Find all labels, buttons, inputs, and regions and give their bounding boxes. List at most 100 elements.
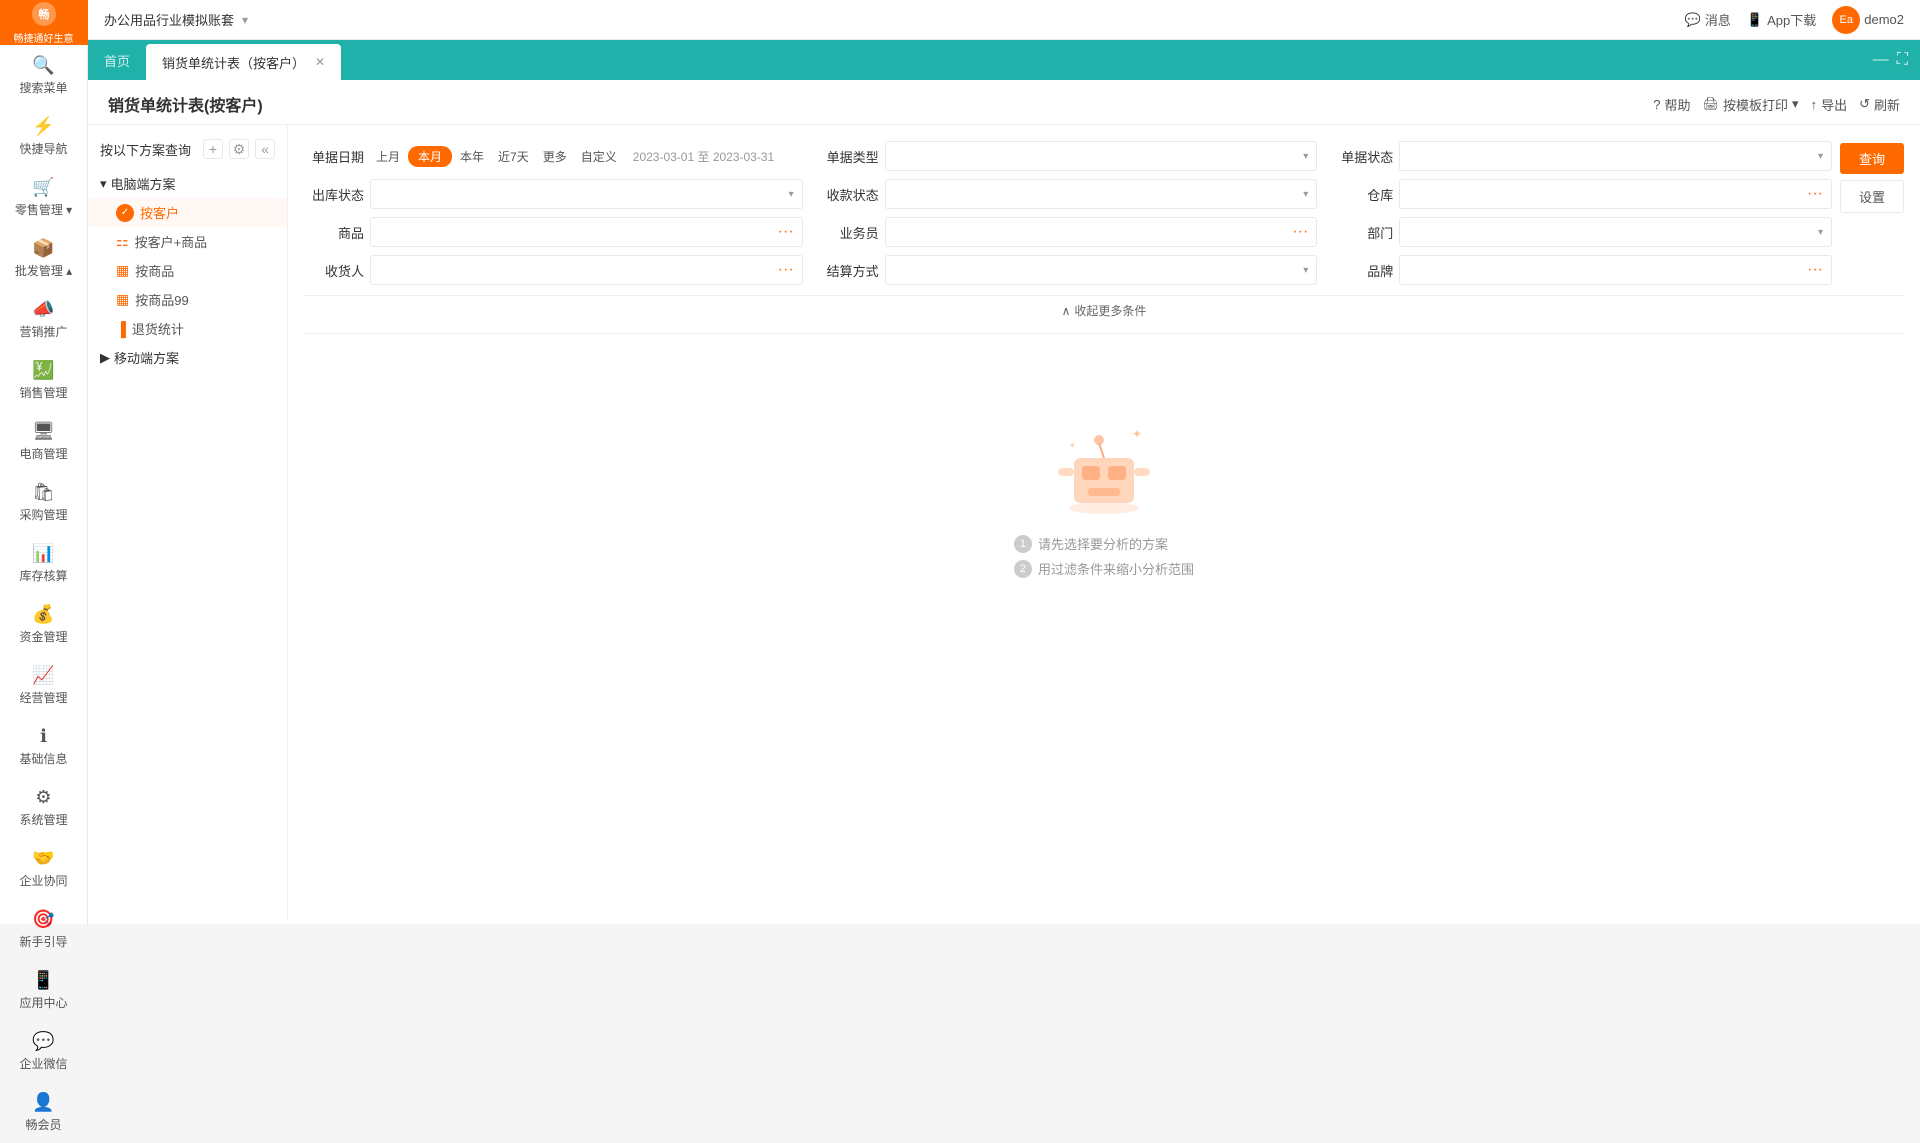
help-label: 帮助: [1664, 95, 1690, 114]
app-download-icon: 📱: [1747, 12, 1763, 28]
doc-status-control[interactable]: ▾: [1399, 141, 1832, 171]
collapse-panel-btn[interactable]: «: [255, 139, 275, 159]
date-quick-btns: 上月 本月 本年 近7天 更多 自定义: [370, 146, 623, 167]
topbar-dropdown-icon[interactable]: ▾: [242, 13, 248, 27]
sidebar-item-basic[interactable]: ℹ 基础信息: [0, 716, 87, 777]
settings-btn[interactable]: 设置: [1840, 180, 1904, 213]
tab-home[interactable]: 首页: [88, 40, 146, 80]
sidebar-item-system[interactable]: ⚙ 系统管理: [0, 777, 87, 838]
by-customer-label: 按客户: [140, 203, 179, 222]
sidebar-item-app-center[interactable]: 📱 应用中心: [0, 960, 87, 1021]
warehouse-dots[interactable]: ···: [1807, 185, 1823, 203]
search-icon: 🔍: [32, 55, 54, 76]
tree-by-customer[interactable]: ✓ 按客户: [88, 198, 287, 227]
this-year-btn[interactable]: 本年: [454, 146, 490, 167]
tip-num-2: 2: [1014, 560, 1032, 578]
sidebar-item-wholesale[interactable]: 📦 批发管理 ▴: [0, 228, 87, 289]
last-month-btn[interactable]: 上月: [370, 146, 406, 167]
sidebar-item-inventory[interactable]: 📊 库存核算: [0, 533, 87, 594]
template-print-btn[interactable]: 🖨 按模板打印 ▾: [1703, 95, 1799, 114]
help-btn[interactable]: ? 帮助: [1653, 95, 1690, 114]
more-btn[interactable]: 更多: [537, 146, 573, 167]
tree-by-goods[interactable]: ▦ 按商品: [88, 256, 287, 285]
tree-by-goods-99[interactable]: ▦ 按商品99: [88, 285, 287, 314]
out-status-label: 出库状态: [304, 185, 364, 204]
doc-type-control[interactable]: ▾: [885, 141, 1318, 171]
empty-tip-2: 2 用过滤条件来缩小分析范围: [1014, 559, 1194, 578]
tree-by-customer-goods[interactable]: ⚏ 按客户+商品: [88, 227, 287, 256]
tree-mobile-label: 移动端方案: [114, 348, 179, 367]
department-control[interactable]: ▾: [1399, 217, 1832, 247]
app-download-label: App下载: [1767, 10, 1816, 29]
active-indicator: ✓: [116, 204, 134, 222]
sidebar-item-enterprise[interactable]: 🤝 企业协同: [0, 838, 87, 899]
filter-brand: 品牌 ···: [1333, 255, 1832, 285]
filter-date: 单据日期 上月 本月 本年 近7天 更多 自定义: [304, 146, 803, 167]
payment-status-control[interactable]: ▾: [885, 179, 1318, 209]
sidebar-item-retail[interactable]: 🛒 零售管理 ▾: [0, 167, 87, 228]
tree-desktop[interactable]: ▾ 电脑端方案: [88, 169, 287, 198]
export-btn[interactable]: ↑ 导出: [1811, 95, 1848, 114]
tab-close-btn[interactable]: ✕: [315, 55, 325, 69]
sidebar-item-finance[interactable]: 💰 资金管理: [0, 594, 87, 655]
receiver-control[interactable]: ···: [370, 255, 803, 285]
sidebar-item-newbie[interactable]: 🎯 新手引导: [0, 899, 87, 960]
doc-type-arrow: ▾: [1303, 151, 1308, 162]
sales-stats-tab-label: 销货单统计表（按客户）: [162, 53, 305, 72]
app-download-btn[interactable]: 📱 App下载: [1747, 10, 1816, 29]
filter-receiver: 收货人 ···: [304, 255, 803, 285]
customer-goods-icon: ⚏: [116, 233, 129, 250]
goods-dots[interactable]: ···: [778, 223, 794, 241]
settlement-label: 结算方式: [819, 261, 879, 280]
collapse-bar[interactable]: ∧ 收起更多条件: [304, 295, 1904, 325]
tree-mobile[interactable]: ▶ 移动端方案: [88, 343, 287, 372]
home-tab-label: 首页: [104, 51, 130, 70]
tab-sales-stats[interactable]: 销货单统计表（按客户） ✕: [146, 44, 341, 80]
member-icon: 👤: [32, 1092, 54, 1113]
empty-tip-1: 1 请先选择要分析的方案: [1014, 534, 1194, 553]
message-btn[interactable]: 💬 消息: [1685, 10, 1731, 29]
by-goods-icon: ▦: [116, 262, 129, 279]
payment-status-label: 收款状态: [819, 185, 879, 204]
refresh-btn[interactable]: ↺ 刷新: [1859, 95, 1900, 114]
tabbar-minimize-btn[interactable]: —: [1873, 51, 1889, 69]
sidebar-item-quick-nav[interactable]: ⚡ 快捷导航: [0, 106, 87, 167]
out-status-control[interactable]: ▾: [370, 179, 803, 209]
settlement-control[interactable]: ▾: [885, 255, 1318, 285]
newbie-icon: 🎯: [32, 909, 54, 930]
sidebar-item-marketing[interactable]: 📣 营销推广: [0, 289, 87, 350]
tip-text-1: 请先选择要分析的方案: [1038, 534, 1168, 553]
salesperson-control[interactable]: ···: [885, 217, 1318, 247]
salesperson-dots[interactable]: ···: [1292, 223, 1308, 241]
topbar: 办公用品行业模拟账套 ▾ 💬 消息 📱 App下载 Ea demo2: [88, 0, 1920, 40]
this-month-btn[interactable]: 本月: [408, 146, 452, 167]
content-header: 销货单统计表(按客户) ? 帮助 🖨 按模板打印 ▾ ↑ 导出 ↺ 刷新: [88, 80, 1920, 125]
content-body: 按以下方案查询 + ⚙ « ▾ 电脑端方案 ✓ 按客户: [88, 125, 1920, 919]
basic-icon: ℹ: [40, 726, 47, 747]
last-7days-btn[interactable]: 近7天: [492, 146, 535, 167]
custom-btn[interactable]: 自定义: [575, 146, 623, 167]
tabbar: 首页 销货单统计表（按客户） ✕ — ⛶: [88, 40, 1920, 80]
add-scheme-btn[interactable]: +: [203, 139, 223, 159]
tabbar-maximize-btn[interactable]: ⛶: [1897, 51, 1908, 69]
retail-icon: 🛒: [32, 177, 54, 198]
sidebar-item-operation[interactable]: 📈 经营管理: [0, 655, 87, 716]
sidebar-search-label: 搜索菜单: [19, 79, 67, 96]
purchase-icon: 🛍: [32, 482, 55, 503]
receiver-dots[interactable]: ···: [778, 261, 794, 279]
sidebar-item-sales[interactable]: 💹 销售管理: [0, 350, 87, 411]
sidebar-item-member[interactable]: 👤 畅会员: [0, 1082, 87, 1143]
brand-dots[interactable]: ···: [1807, 261, 1823, 279]
brand-control[interactable]: ···: [1399, 255, 1832, 285]
tree-return-stats[interactable]: ▐ 退货统计: [88, 314, 287, 343]
settings-scheme-btn[interactable]: ⚙: [229, 139, 249, 159]
filter-payment-status: 收款状态 ▾: [819, 179, 1318, 209]
sidebar-item-purchase[interactable]: 🛍 采购管理: [0, 472, 87, 533]
warehouse-control[interactable]: ···: [1399, 179, 1832, 209]
sidebar-item-ecommerce[interactable]: 🖥 电商管理: [0, 411, 87, 472]
goods-control[interactable]: ···: [370, 217, 803, 247]
sidebar-item-search[interactable]: 🔍 搜索菜单: [0, 45, 87, 106]
query-btn[interactable]: 查询: [1840, 143, 1904, 174]
user-profile-btn[interactable]: Ea demo2: [1832, 6, 1904, 34]
sidebar-item-enterprise-wechat[interactable]: 💬 企业微信: [0, 1021, 87, 1082]
